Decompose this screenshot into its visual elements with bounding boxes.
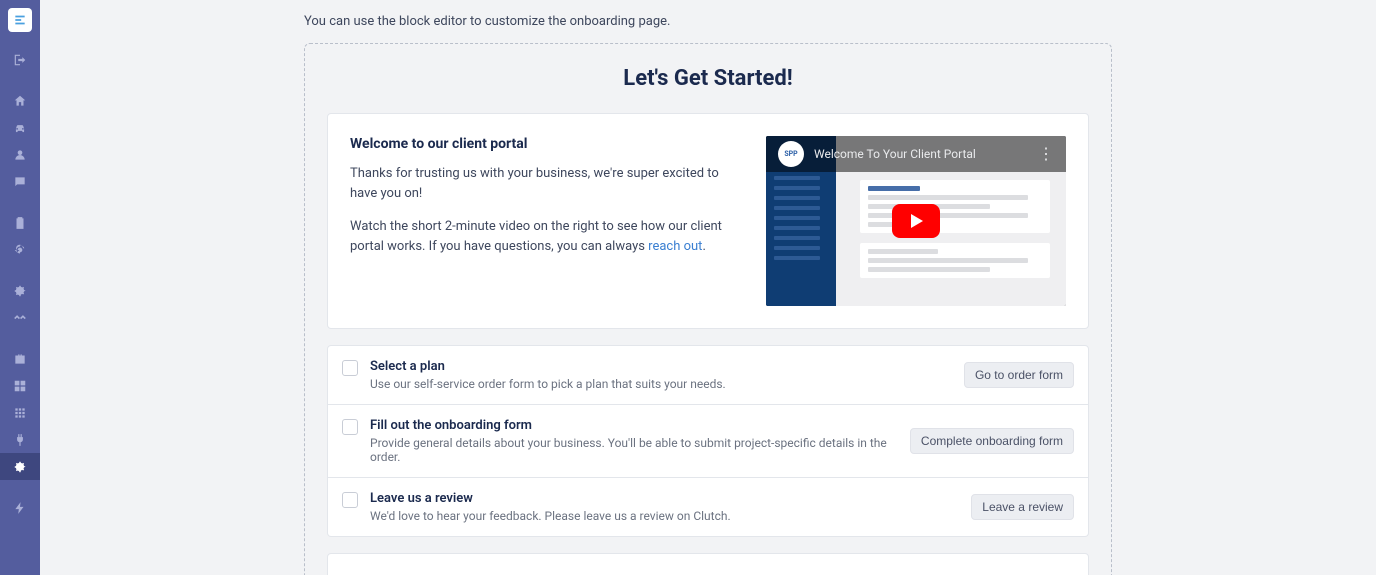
- app-logo[interactable]: [8, 8, 32, 32]
- user-icon[interactable]: [0, 141, 40, 168]
- task-title: Fill out the onboarding form: [370, 418, 898, 433]
- apps-icon[interactable]: [0, 399, 40, 426]
- gear2-icon[interactable]: [0, 277, 40, 304]
- car-icon[interactable]: [0, 114, 40, 141]
- intro-text: You can use the block editor to customiz…: [304, 14, 1112, 29]
- chat-icon[interactable]: [0, 168, 40, 195]
- task-title: Leave us a review: [370, 491, 959, 506]
- main-area: You can use the block editor to customiz…: [40, 0, 1376, 575]
- task-desc: Use our self-service order form to pick …: [370, 377, 952, 391]
- welcome-paragraph-2: Watch the short 2-minute video on the ri…: [350, 217, 742, 256]
- task-list: Select a plan Use our self-service order…: [327, 345, 1089, 537]
- briefcase-icon[interactable]: [0, 345, 40, 372]
- task-desc: Provide general details about your busin…: [370, 436, 898, 464]
- task-checkbox[interactable]: [342, 360, 358, 376]
- task-row-review: Leave us a review We'd love to hear your…: [327, 478, 1089, 537]
- features-card: Project tracking See where every project…: [327, 553, 1089, 575]
- leave-a-review-button[interactable]: Leave a review: [971, 494, 1074, 520]
- task-row-onboarding-form: Fill out the onboarding form Provide gen…: [327, 405, 1089, 478]
- grid-icon[interactable]: [0, 372, 40, 399]
- page-title: Let's Get Started!: [327, 66, 1089, 91]
- play-icon[interactable]: [892, 204, 940, 238]
- task-row-select-plan: Select a plan Use our self-service order…: [327, 345, 1089, 405]
- video-channel-avatar: SPP: [778, 141, 804, 167]
- task-checkbox[interactable]: [342, 419, 358, 435]
- go-to-order-form-button[interactable]: Go to order form: [964, 362, 1074, 388]
- refresh-icon[interactable]: [0, 236, 40, 263]
- welcome-p2-b: .: [702, 239, 705, 254]
- bolt-icon[interactable]: [0, 494, 40, 521]
- settings-icon[interactable]: [0, 453, 40, 480]
- exit-icon[interactable]: [0, 46, 40, 73]
- task-desc: We'd love to hear your feedback. Please …: [370, 509, 959, 523]
- welcome-video[interactable]: SPP Welcome To Your Client Portal ⋮: [766, 136, 1066, 306]
- plug-icon[interactable]: [0, 426, 40, 453]
- welcome-paragraph-1: Thanks for trusting us with your busines…: [350, 164, 742, 203]
- reach-out-link[interactable]: reach out: [648, 239, 702, 254]
- welcome-heading: Welcome to our client portal: [350, 136, 742, 152]
- sidebar-nav: [0, 0, 40, 575]
- complete-onboarding-form-button[interactable]: Complete onboarding form: [910, 428, 1074, 454]
- handshake-icon[interactable]: [0, 304, 40, 331]
- welcome-card: Welcome to our client portal Thanks for …: [327, 113, 1089, 329]
- video-title: Welcome To Your Client Portal: [814, 147, 1028, 161]
- video-menu-icon[interactable]: ⋮: [1038, 146, 1054, 162]
- clipboard-icon[interactable]: [0, 209, 40, 236]
- home-icon[interactable]: [0, 87, 40, 114]
- task-title: Select a plan: [370, 359, 952, 374]
- onboarding-container: Let's Get Started! Welcome to our client…: [304, 43, 1112, 575]
- task-checkbox[interactable]: [342, 492, 358, 508]
